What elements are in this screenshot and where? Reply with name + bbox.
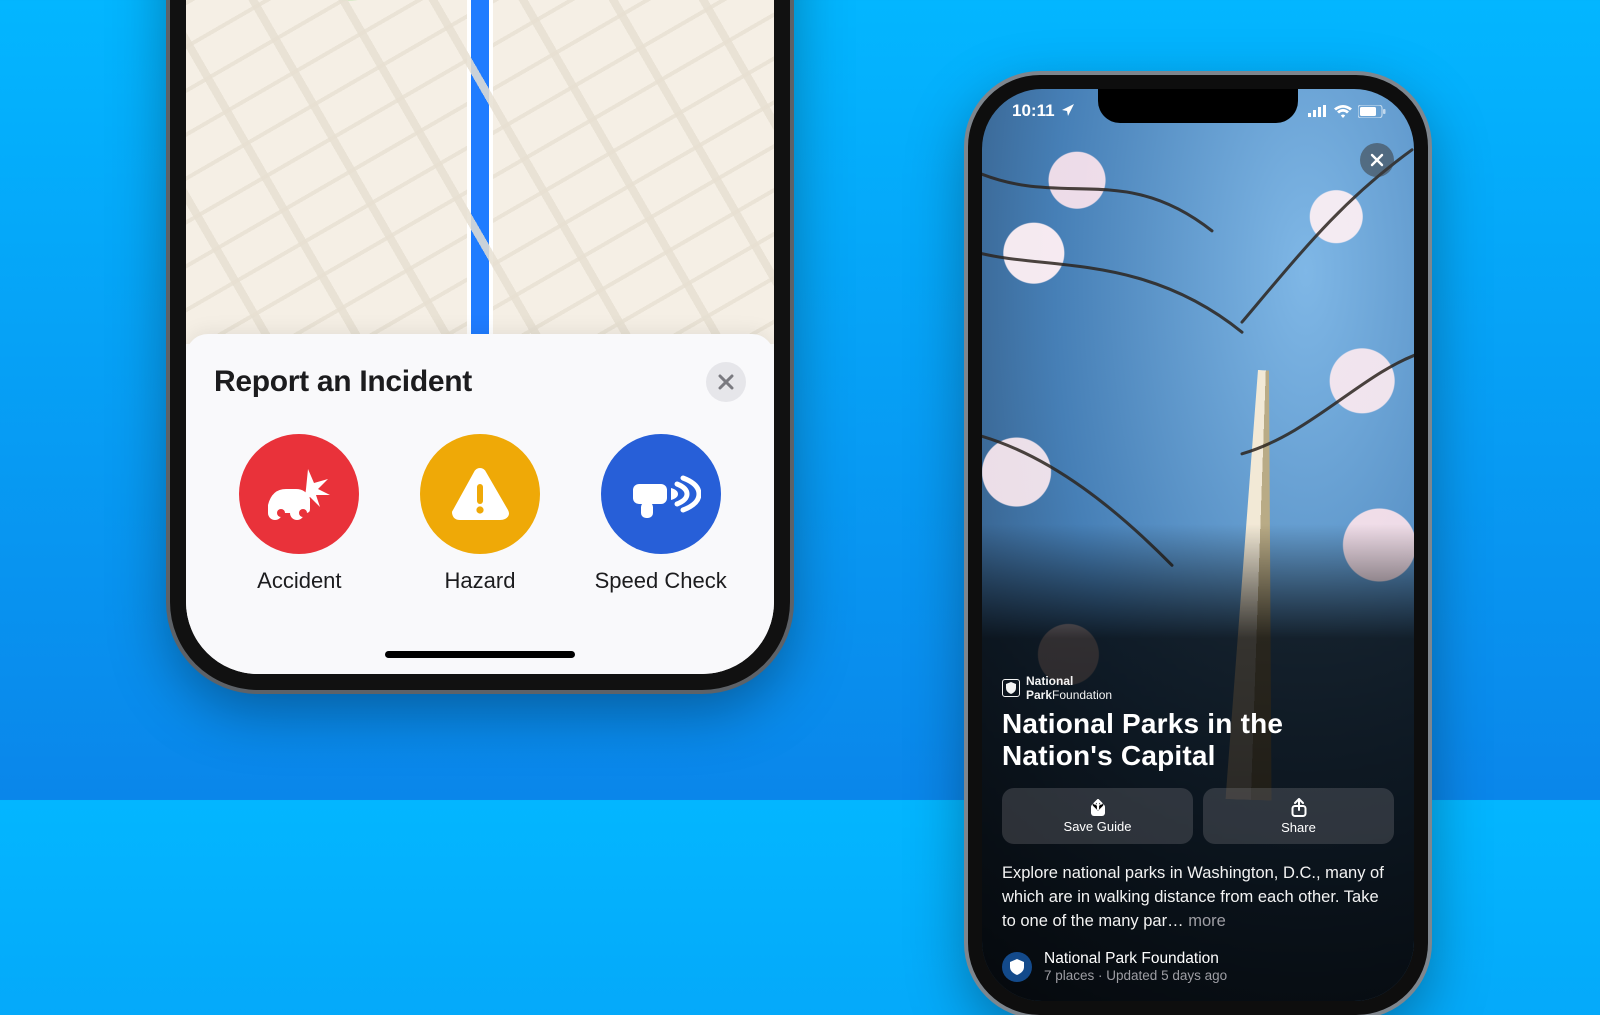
- save-icon: [1088, 799, 1108, 817]
- shield-icon: [1002, 679, 1020, 697]
- save-guide-label: Save Guide: [1064, 819, 1132, 834]
- speed-gun-icon: [601, 434, 721, 554]
- publisher-name: National Park Foundation: [1044, 950, 1227, 968]
- close-button[interactable]: [1360, 143, 1394, 177]
- publisher-logo: NationalParkFoundation: [1002, 674, 1394, 702]
- status-time-text: 10:11: [1012, 101, 1055, 120]
- publisher-meta: 7 places · Updated 5 days ago: [1044, 968, 1227, 983]
- close-button[interactable]: [706, 362, 746, 402]
- option-speed-check[interactable]: Speed Check: [575, 434, 746, 594]
- phone-frame-right: 10:11: [968, 75, 1428, 1015]
- crash-icon: [239, 434, 359, 554]
- incident-options: Accident Hazard: [208, 434, 752, 594]
- option-label: Hazard: [445, 568, 516, 594]
- close-icon: [717, 373, 735, 391]
- home-indicator[interactable]: [385, 651, 575, 658]
- sheet-title: Report an Incident: [214, 365, 472, 399]
- map-park: [186, 0, 453, 14]
- map-view[interactable]: [186, 0, 774, 344]
- shield-icon: [1002, 952, 1032, 982]
- option-label: Accident: [257, 568, 341, 594]
- screen-left: Report an Incident: [186, 0, 774, 674]
- more-link[interactable]: more: [1188, 912, 1226, 930]
- share-label: Share: [1281, 820, 1316, 835]
- save-guide-button[interactable]: Save Guide: [1002, 788, 1193, 844]
- phone-frame-left: Report an Incident: [170, 0, 790, 690]
- screen-right: 10:11: [982, 89, 1414, 1001]
- map-route-line: [471, 0, 489, 344]
- notch: [1098, 89, 1298, 123]
- guide-card: NationalParkFoundation National Parks in…: [982, 524, 1414, 1001]
- wifi-icon: [1334, 105, 1352, 118]
- guide-title: National Parks in the Nation's Capital: [1002, 708, 1394, 772]
- warning-icon: [420, 434, 540, 554]
- close-icon: [1370, 153, 1384, 167]
- report-incident-sheet: Report an Incident: [186, 334, 774, 674]
- battery-icon: [1358, 105, 1386, 118]
- option-accident[interactable]: Accident: [214, 434, 385, 594]
- status-time: 10:11: [1012, 101, 1075, 121]
- share-button[interactable]: Share: [1203, 788, 1394, 844]
- share-icon: [1290, 798, 1308, 818]
- option-hazard[interactable]: Hazard: [395, 434, 566, 594]
- publisher-logo-text: NationalParkFoundation: [1026, 674, 1112, 702]
- guide-description: Explore national parks in Washington, D.…: [1002, 862, 1394, 934]
- option-label: Speed Check: [595, 568, 727, 594]
- location-arrow-icon: [1061, 103, 1075, 117]
- cellular-icon: [1308, 105, 1328, 117]
- publisher-row[interactable]: National Park Foundation 7 places · Upda…: [1002, 950, 1394, 983]
